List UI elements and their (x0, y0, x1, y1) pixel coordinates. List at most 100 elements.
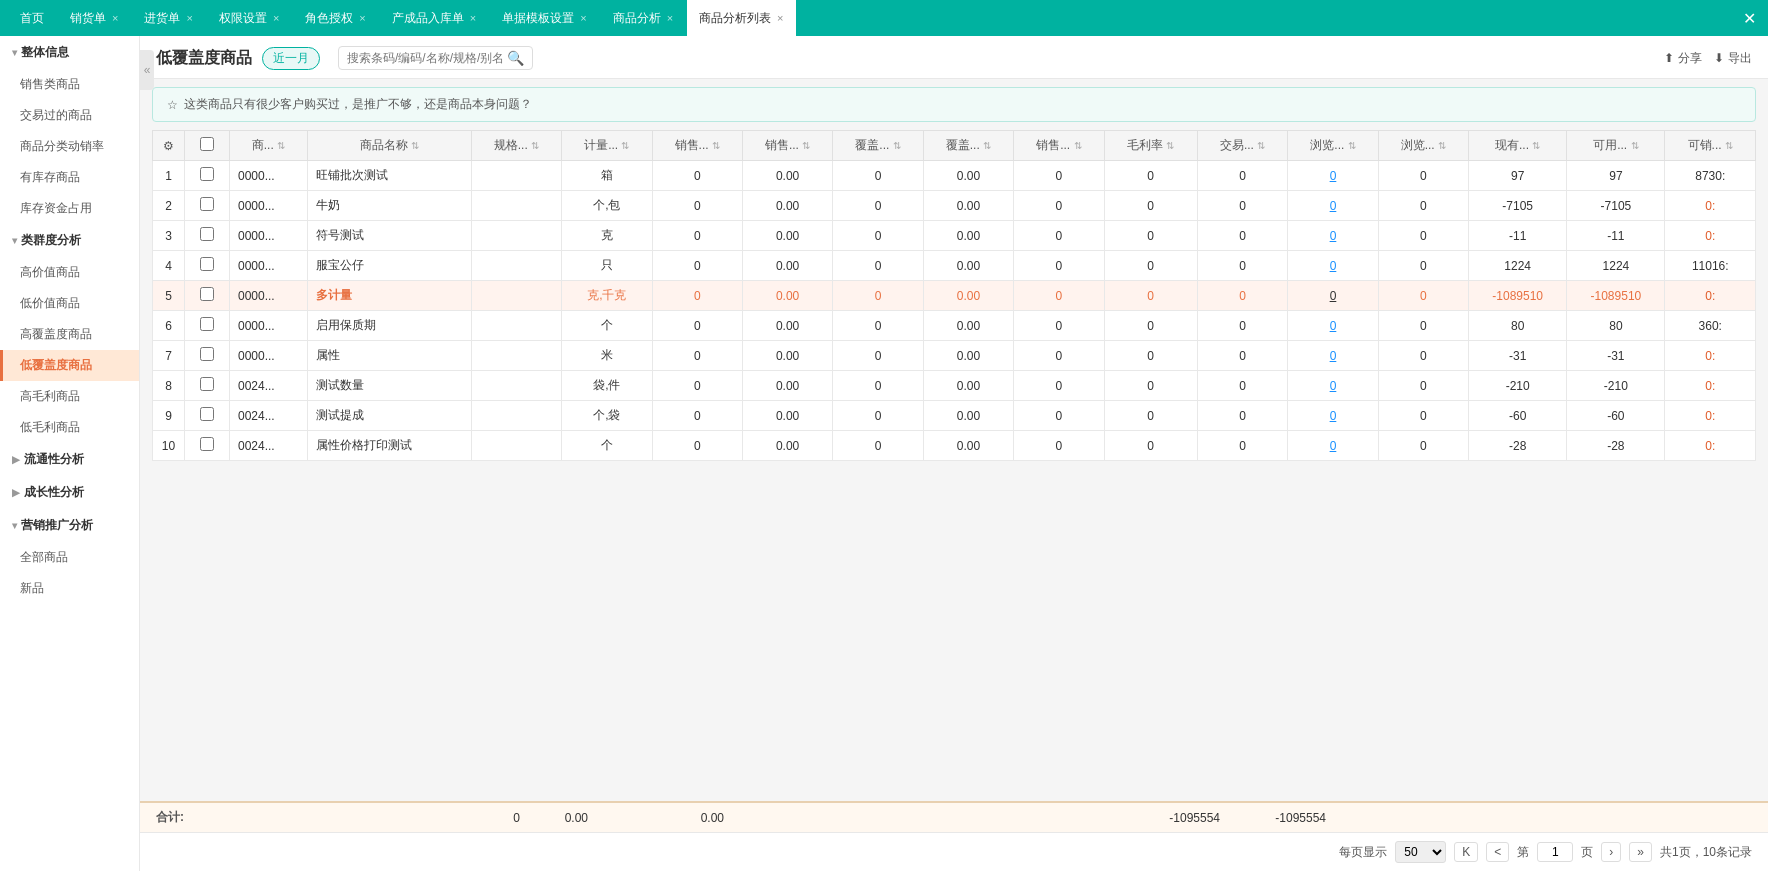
close-icon[interactable]: × (777, 12, 783, 24)
row-checkbox[interactable] (185, 251, 230, 281)
nav-purchase-order[interactable]: 进货单 × (132, 0, 204, 36)
sidebar-item-new-goods[interactable]: 新品 (0, 573, 139, 604)
close-icon[interactable]: × (273, 12, 279, 24)
export-button[interactable]: ⬇ 导出 (1714, 50, 1752, 67)
row-browse1[interactable]: 0 (1288, 341, 1378, 371)
page-number-input[interactable] (1537, 842, 1573, 862)
prev-page-button[interactable]: < (1486, 842, 1509, 862)
sidebar-item-in-stock-goods[interactable]: 有库存商品 (0, 162, 139, 193)
row-browse1[interactable]: 0 (1288, 281, 1378, 311)
row-browse1[interactable]: 0 (1288, 371, 1378, 401)
row-checkbox[interactable] (185, 281, 230, 311)
sidebar-item-sales-goods[interactable]: 销售类商品 (0, 69, 139, 100)
column-browse1-header[interactable]: 浏览... ⇅ (1288, 131, 1378, 161)
close-icon[interactable]: × (186, 12, 192, 24)
column-cover1-header[interactable]: 覆盖... ⇅ (833, 131, 923, 161)
sidebar-section-growth[interactable]: ▶ 成长性分析 (0, 476, 139, 509)
row-browse1[interactable]: 0 (1288, 251, 1378, 281)
column-sales1-header[interactable]: 销售... ⇅ (652, 131, 742, 161)
sidebar-item-high-value[interactable]: 高价值商品 (0, 257, 139, 288)
sidebar-section-marketing[interactable]: ▾ 营销推广分析 (0, 509, 139, 542)
row-browse1[interactable]: 0 (1288, 161, 1378, 191)
row-checkbox[interactable] (185, 341, 230, 371)
close-icon[interactable]: × (470, 12, 476, 24)
sidebar-section-overview[interactable]: ▾ 整体信息 (0, 36, 139, 69)
row-checkbox[interactable] (185, 221, 230, 251)
first-page-button[interactable]: K (1454, 842, 1478, 862)
row-checkbox[interactable] (185, 311, 230, 341)
row-browse1[interactable]: 0 (1288, 311, 1378, 341)
row-code: 0000... (229, 341, 307, 371)
period-button[interactable]: 近一月 (262, 47, 320, 70)
nav-finished-goods[interactable]: 产成品入库单 × (380, 0, 488, 36)
sidebar-item-category-sales-rate[interactable]: 商品分类动销率 (0, 131, 139, 162)
sidebar-item-low-margin[interactable]: 低毛利商品 (0, 412, 139, 443)
row-name: 测试提成 (307, 401, 471, 431)
search-input[interactable] (347, 51, 507, 65)
sidebar-item-inventory-capital[interactable]: 库存资金占用 (0, 193, 139, 224)
nav-permission-settings[interactable]: 权限设置 × (207, 0, 291, 36)
per-page-select[interactable]: 50 100 200 (1395, 841, 1446, 863)
row-browse1[interactable]: 0 (1288, 431, 1378, 461)
column-current-header[interactable]: 现有... ⇅ (1469, 131, 1567, 161)
column-margin-header[interactable]: 毛利率 ⇅ (1104, 131, 1197, 161)
nav-product-analysis-list[interactable]: 商品分析列表 × (687, 0, 795, 36)
column-sellable-header[interactable]: 可销... ⇅ (1665, 131, 1756, 161)
row-spec (471, 191, 561, 221)
nav-template-settings[interactable]: 单据模板设置 × (490, 0, 598, 36)
nav-role-auth[interactable]: 角色授权 × (293, 0, 377, 36)
row-checkbox[interactable] (185, 401, 230, 431)
sidebar-item-high-coverage[interactable]: 高覆盖度商品 (0, 319, 139, 350)
column-sales2-header[interactable]: 销售... ⇅ (742, 131, 832, 161)
row-trade: 0 (1197, 401, 1287, 431)
row-cover2: 0.00 (923, 251, 1013, 281)
total-sales1: 0 (460, 811, 520, 825)
column-spec-header[interactable]: 规格... ⇅ (471, 131, 561, 161)
column-unit-header[interactable]: 计量... ⇅ (562, 131, 652, 161)
sidebar-item-traded-goods[interactable]: 交易过的商品 (0, 100, 139, 131)
row-current: -28 (1469, 431, 1567, 461)
nav-sales-order[interactable]: 销货单 × (58, 0, 130, 36)
close-all-tabs-icon[interactable]: ✕ (1743, 9, 1756, 28)
sidebar-section-cluster-analysis[interactable]: ▾ 类群度分析 (0, 224, 139, 257)
row-browse1[interactable]: 0 (1288, 191, 1378, 221)
row-browse1[interactable]: 0 (1288, 401, 1378, 431)
sidebar-item-high-margin[interactable]: 高毛利商品 (0, 381, 139, 412)
close-icon[interactable]: × (112, 12, 118, 24)
row-checkbox[interactable] (185, 431, 230, 461)
row-sellable: 11016: (1665, 251, 1756, 281)
close-icon[interactable]: × (667, 12, 673, 24)
share-button[interactable]: ⬆ 分享 (1664, 50, 1702, 67)
next-page-button[interactable]: › (1601, 842, 1621, 862)
column-cover2-header[interactable]: 覆盖... ⇅ (923, 131, 1013, 161)
sidebar-item-low-coverage[interactable]: 低覆盖度商品 (0, 350, 139, 381)
last-page-button[interactable]: » (1629, 842, 1652, 862)
nav-home[interactable]: 首页 (8, 0, 56, 36)
nav-product-analysis[interactable]: 商品分析 × (601, 0, 685, 36)
data-table-wrapper[interactable]: ⚙ 商... ⇅ 商品名称 ⇅ 规格... ⇅ 计量... ⇅ 销售... ⇅ … (152, 130, 1756, 801)
column-name-header[interactable]: 商品名称 ⇅ (307, 131, 471, 161)
column-browse2-header[interactable]: 浏览... ⇅ (1378, 131, 1468, 161)
column-available-header[interactable]: 可用... ⇅ (1567, 131, 1665, 161)
sidebar-item-all-goods[interactable]: 全部商品 (0, 542, 139, 573)
column-code-header[interactable]: 商... ⇅ (229, 131, 307, 161)
sidebar-item-low-value[interactable]: 低价值商品 (0, 288, 139, 319)
row-browse1[interactable]: 0 (1288, 221, 1378, 251)
sidebar-collapse-button[interactable]: « (140, 50, 154, 90)
total-current: -1095554 (1140, 811, 1220, 825)
column-sales3-header[interactable]: 销售... ⇅ (1014, 131, 1104, 161)
row-margin: 0 (1104, 371, 1197, 401)
row-checkbox[interactable] (185, 161, 230, 191)
row-sellable: 0: (1665, 221, 1756, 251)
column-checkbox-all[interactable] (185, 131, 230, 161)
close-icon[interactable]: × (359, 12, 365, 24)
column-trade-header[interactable]: 交易... ⇅ (1197, 131, 1287, 161)
row-sales2: 0.00 (742, 191, 832, 221)
search-icon[interactable]: 🔍 (507, 50, 524, 66)
column-settings-button[interactable]: ⚙ (153, 131, 185, 161)
row-checkbox[interactable] (185, 191, 230, 221)
sidebar-section-liquidity[interactable]: ▶ 流通性分析 (0, 443, 139, 476)
row-checkbox[interactable] (185, 371, 230, 401)
main-layout: ▾ 整体信息 销售类商品 交易过的商品 商品分类动销率 有库存商品 库存资金占用… (0, 36, 1768, 871)
close-icon[interactable]: × (580, 12, 586, 24)
